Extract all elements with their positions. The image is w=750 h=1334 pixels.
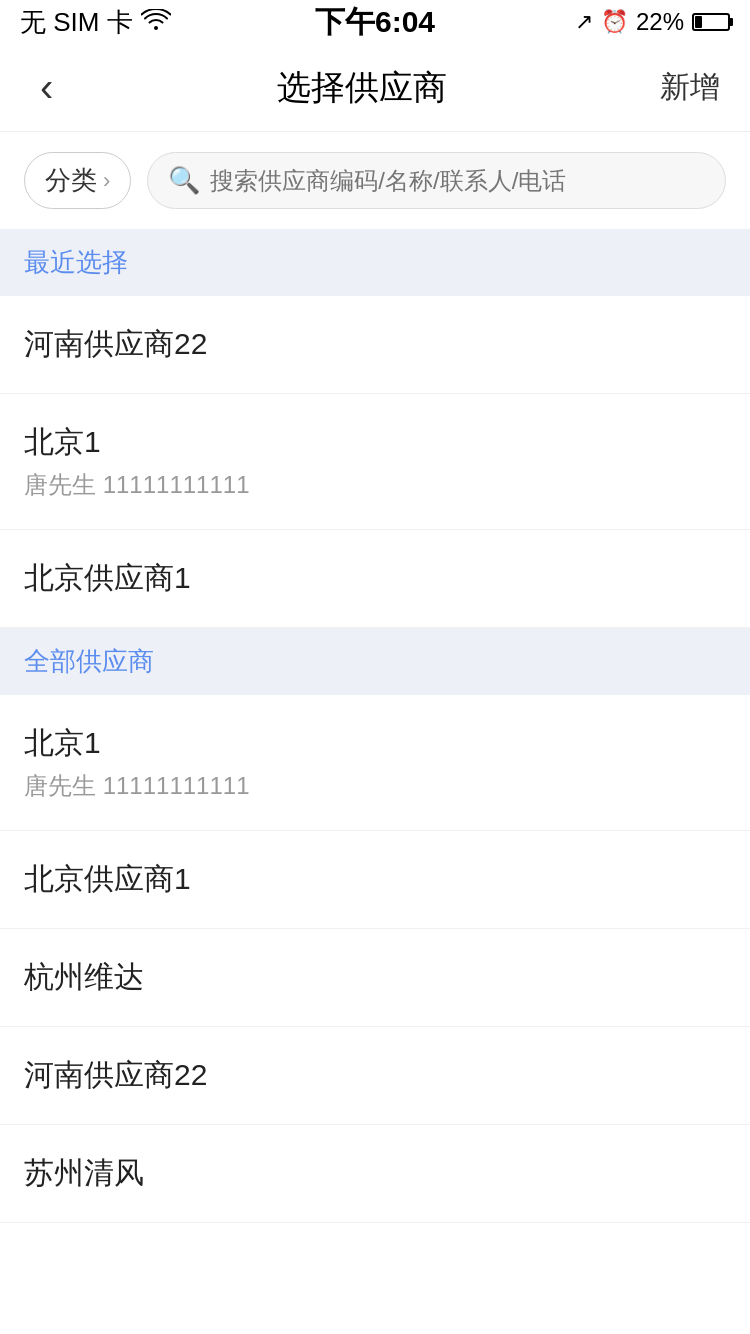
nav-bar: ‹ 选择供应商 新增	[0, 44, 750, 132]
list-item[interactable]: 北京1 唐先生 11111111111	[0, 394, 750, 530]
back-button[interactable]: ‹	[30, 55, 63, 120]
item-name: 河南供应商22	[24, 1055, 726, 1096]
recent-section-title: 最近选择	[24, 247, 128, 277]
search-icon: 🔍	[168, 165, 200, 196]
all-section-title: 全部供应商	[24, 646, 154, 676]
search-input[interactable]	[210, 167, 705, 195]
wifi-icon	[141, 7, 171, 38]
recent-list: 河南供应商22 北京1 唐先生 11111111111 北京供应商1	[0, 296, 750, 628]
battery-icon	[692, 13, 730, 31]
item-name: 北京供应商1	[24, 558, 726, 599]
all-section-header: 全部供应商	[0, 628, 750, 695]
alarm-icon: ⏰	[601, 9, 628, 35]
time-display: 下午6:04	[315, 2, 435, 43]
item-sub: 唐先生 11111111111	[24, 469, 726, 501]
list-item[interactable]: 北京1 唐先生 11111111111	[0, 695, 750, 831]
add-button[interactable]: 新增	[660, 67, 720, 108]
recent-section-header: 最近选择	[0, 229, 750, 296]
item-name: 北京1	[24, 422, 726, 463]
item-name: 杭州维达	[24, 957, 726, 998]
list-item[interactable]: 河南供应商22	[0, 1027, 750, 1125]
all-list: 北京1 唐先生 11111111111 北京供应商1 杭州维达河南供应商22 苏州清风	[0, 695, 750, 1223]
list-item[interactable]: 北京供应商1	[0, 530, 750, 628]
list-item[interactable]: 苏州清风	[0, 1125, 750, 1223]
category-label: 分类	[45, 163, 97, 198]
status-bar: 无 SIM 卡 下午6:04 ↗ ⏰ 22%	[0, 0, 750, 44]
item-name: 河南供应商22	[24, 324, 726, 365]
item-name: 北京供应商1	[24, 859, 726, 900]
item-name: 北京1	[24, 723, 726, 764]
item-sub: 唐先生 11111111111	[24, 770, 726, 802]
page-title: 选择供应商	[277, 65, 447, 111]
category-button[interactable]: 分类 ›	[24, 152, 131, 209]
item-name: 苏州清风	[24, 1153, 726, 1194]
status-right: ↗ ⏰ 22%	[575, 8, 730, 36]
location-icon: ↗	[575, 9, 593, 35]
carrier-text: 无 SIM 卡	[20, 5, 133, 40]
search-box[interactable]: 🔍	[147, 152, 726, 209]
carrier-info: 无 SIM 卡	[20, 5, 171, 40]
battery-percent: 22%	[636, 8, 684, 36]
chevron-right-icon: ›	[103, 168, 110, 194]
filter-bar: 分类 › 🔍	[0, 132, 750, 229]
list-item[interactable]: 河南供应商22	[0, 296, 750, 394]
list-item[interactable]: 杭州维达	[0, 929, 750, 1027]
list-item[interactable]: 北京供应商1	[0, 831, 750, 929]
